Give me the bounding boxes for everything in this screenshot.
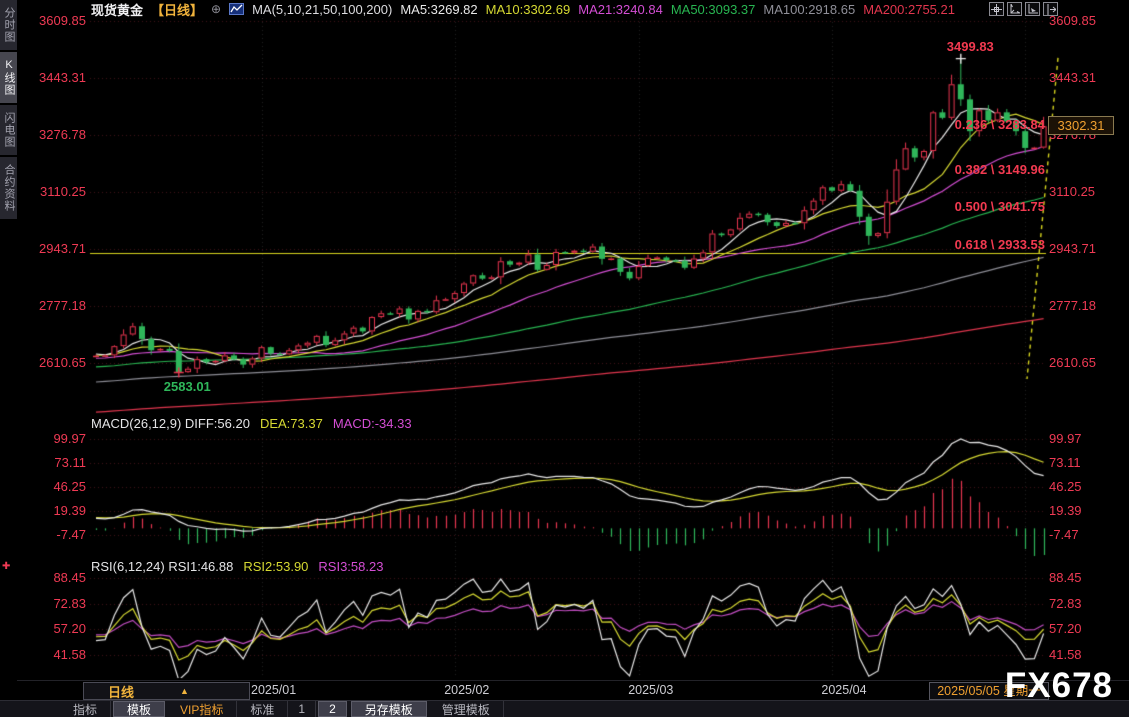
sidebar-item-contract-info[interactable]: 合约资料 [0,157,17,219]
rsi1-value: RSI(6,12,24) RSI1:46.88 [91,559,233,574]
rsi3-value: RSI3:58.23 [318,559,383,574]
pan-move-icon[interactable] [989,2,1004,16]
go-to-latest-icon[interactable] [1043,2,1058,16]
tab-vip-indicators[interactable]: VIP指标 [167,701,237,717]
tab-manage-templates[interactable]: 管理模板 [429,701,504,717]
period-tag[interactable]: 【日线】 [151,0,203,19]
date-axis: 日线 ▲ 2025/05/05 星期一 [17,680,1129,700]
sidebar-item-timeshare-chart[interactable]: 分时图 [0,0,17,50]
tab-template-slot-2[interactable]: 2 [318,701,347,717]
bottom-toolbar: 指标 模板 VIP指标 标准 1 2 另存模板 管理模板 [0,700,1129,717]
chart-type-icon[interactable] [229,3,244,15]
sidebar-anchor-icon: ✚ [2,561,10,572]
scale-axes-icon[interactable] [1025,2,1040,16]
sidebar: 分时图 K线图 闪电图 合约资料 ✚ [0,0,17,700]
period-arrow-icon: ▲ [180,686,189,696]
tab-templates[interactable]: 模板 [113,701,165,717]
tab-template-slot-1[interactable]: 1 [288,701,316,717]
chart-main-area: 现货黄金 【日线】 ⊕ MA(5,10,21,50,100,200) MA5:3… [17,0,1129,700]
ma10-value: MA10:3302.69 [486,2,571,17]
ma5-value: MA5:3269.82 [400,2,477,17]
period-selector[interactable]: 日线 ▲ [83,682,250,700]
candlestick-chart-canvas[interactable] [17,18,1129,680]
sidebar-item-kline-chart[interactable]: K线图 [0,52,17,103]
chart-application-window: 分时图 K线图 闪电图 合约资料 ✚ 现货黄金 【日线】 ⊕ MA(5,10,2… [0,0,1129,717]
rsi2-value: RSI2:53.90 [243,559,308,574]
macd-hist-value: MACD:-34.33 [333,416,412,431]
tab-indicators[interactable]: 指标 [60,701,111,717]
ma100-value: MA100:2918.65 [763,2,855,17]
sidebar-item-lightning-chart[interactable]: 闪电图 [0,105,17,155]
expand-icon[interactable]: ⊕ [211,2,221,16]
ma200-value: MA200:2755.21 [863,2,955,17]
macd-diff-value: MACD(26,12,9) DIFF:56.20 [91,416,250,431]
period-label: 日线 [108,682,134,701]
macd-dea-value: DEA:73.37 [260,416,323,431]
last-price-badge: 3302.31 [1048,116,1114,135]
ma-caption: MA(5,10,21,50,100,200) [252,2,392,17]
macd-pane-header: MACD(26,12,9) DIFF:56.20 DEA:73.37 MACD:-3… [91,416,422,431]
rsi-pane-header: RSI(6,12,24) RSI1:46.88 RSI2:53.90 RSI3:58… [91,559,393,574]
zoom-axes-icon[interactable] [1007,2,1022,16]
chart-header: 现货黄金 【日线】 ⊕ MA(5,10,21,50,100,200) MA5:3… [17,0,1129,18]
tab-standard[interactable]: 标准 [237,701,288,717]
fx678-watermark: FX678 [1005,666,1113,706]
symbol-name: 现货黄金 [91,0,143,19]
ma50-value: MA50:3093.37 [671,2,756,17]
header-toolbar [989,2,1058,16]
ma21-value: MA21:3240.84 [578,2,663,17]
tab-save-template[interactable]: 另存模板 [351,701,427,717]
